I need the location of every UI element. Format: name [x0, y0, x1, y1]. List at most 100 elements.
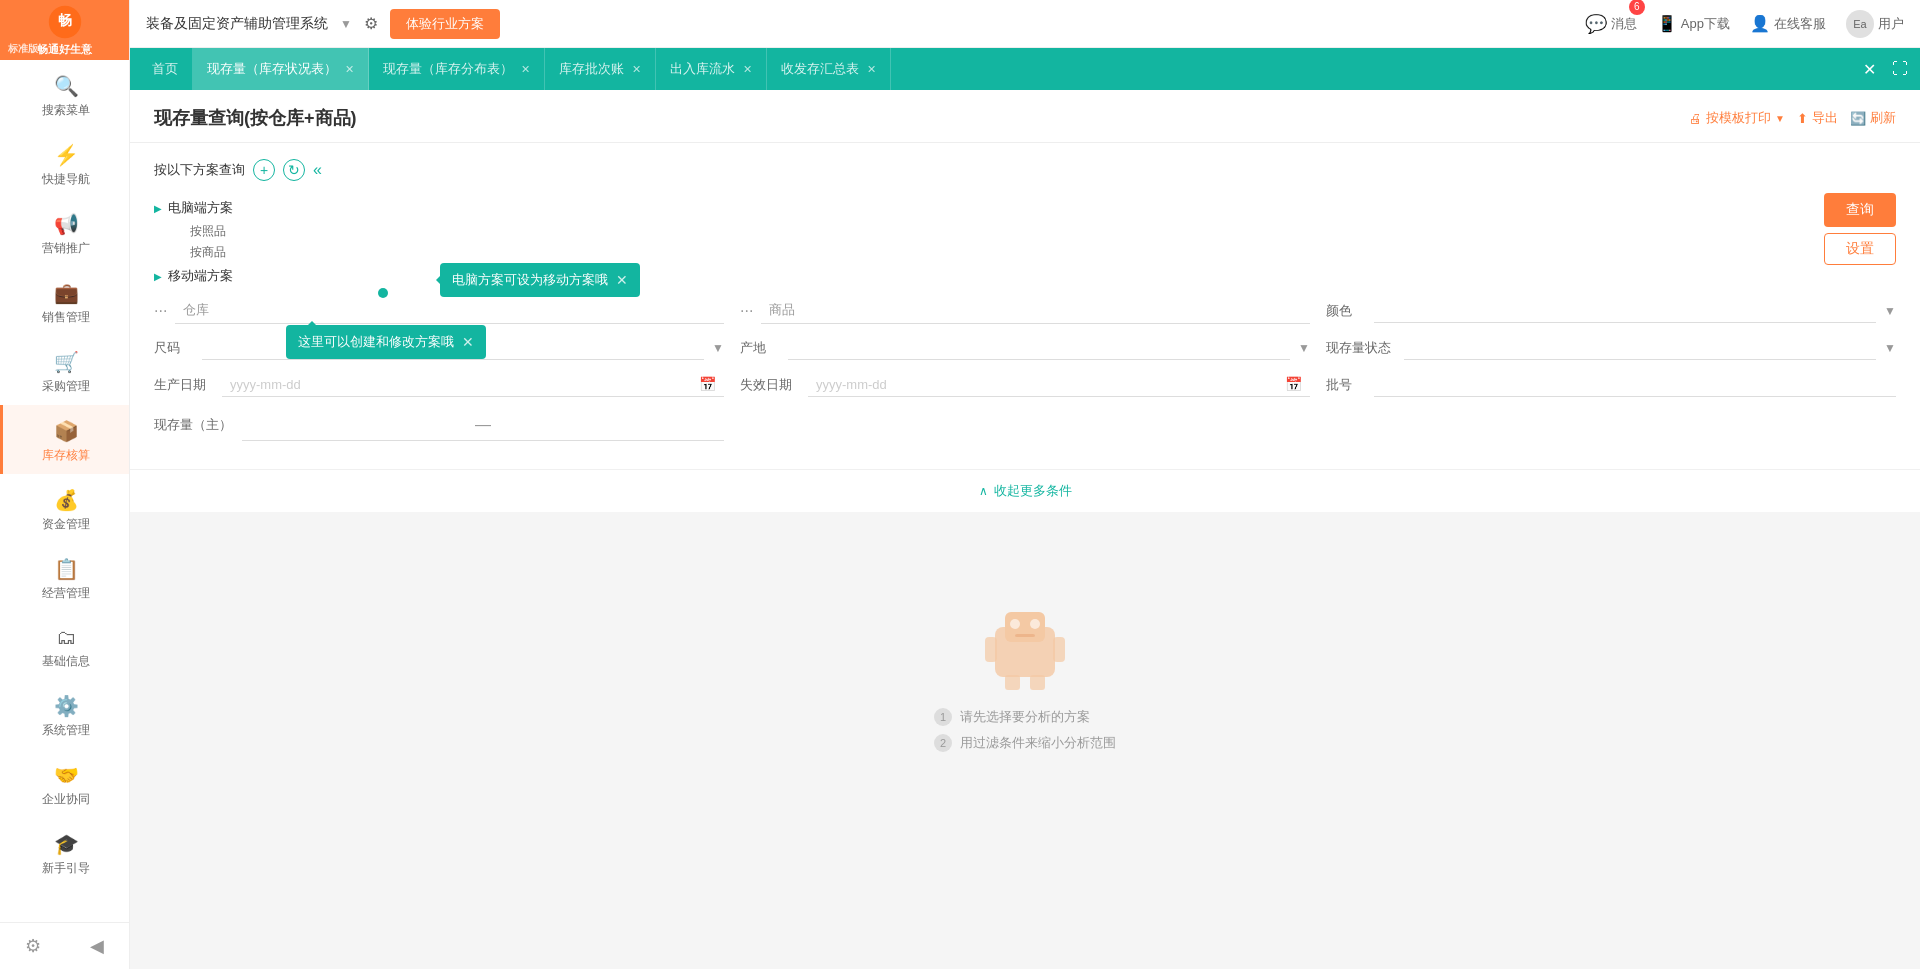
- prod-date-input[interactable]: yyyy-mm-dd 📅: [222, 372, 724, 397]
- sidebar-item-finance[interactable]: 💰 资金管理: [0, 474, 129, 543]
- sidebar-item-system[interactable]: ⚙️ 系统管理: [0, 680, 129, 749]
- tab-inout-flow-label: 出入库流水: [670, 60, 735, 78]
- scheme-desktop-subs: 按照品 按商品: [174, 221, 1896, 263]
- batch-no-input[interactable]: [1374, 373, 1896, 397]
- scheme-mobile-item[interactable]: ▶ 移动端方案: [154, 263, 1896, 289]
- collapse-sidebar-icon[interactable]: ◀: [90, 935, 104, 957]
- tip-num-1: 1: [934, 708, 952, 726]
- print-btn[interactable]: 🖨 按模板打印 ▼: [1689, 109, 1785, 127]
- sidebar-item-label: 经营管理: [42, 585, 90, 602]
- sidebar-item-label: 营销推广: [42, 240, 90, 257]
- stock-main-input-from[interactable]: [250, 413, 467, 436]
- header-right: 💬 6 消息 📱 App下载 👤 在线客服 Ea 用户: [1585, 10, 1904, 38]
- app-download-item[interactable]: 📱 App下载: [1657, 14, 1730, 33]
- goods-dots[interactable]: ···: [740, 302, 753, 320]
- tip-1-text: 请先选择要分析的方案: [960, 708, 1090, 726]
- add-filter-btn[interactable]: +: [253, 159, 275, 181]
- service-icon: 👤: [1750, 14, 1770, 33]
- filter-left-arrow[interactable]: «: [313, 161, 322, 179]
- reset-btn[interactable]: 设置: [1824, 233, 1896, 265]
- origin-input[interactable]: [788, 336, 1290, 360]
- online-service-item[interactable]: 👤 在线客服: [1750, 14, 1826, 33]
- sidebar-item-quick-nav[interactable]: ⚡ 快捷导航: [0, 129, 129, 198]
- warehouse-dots[interactable]: ···: [154, 302, 167, 320]
- sidebar-item-basic-info[interactable]: 🗂 基础信息: [0, 612, 129, 680]
- tab-inventory-dist[interactable]: 现存量（库存分布表） ✕: [369, 48, 545, 90]
- sidebar-item-label: 基础信息: [42, 653, 90, 670]
- size-dropdown-icon[interactable]: ▼: [712, 341, 724, 355]
- tab-inventory-status[interactable]: 现存量（库存状况表） ✕: [193, 48, 369, 90]
- scheme-sub-item-1[interactable]: 按照品: [174, 221, 1896, 242]
- message-item[interactable]: 💬 6 消息: [1585, 13, 1637, 35]
- sidebar-item-label: 采购管理: [42, 378, 90, 395]
- tab-close-icon[interactable]: ✕: [521, 63, 530, 76]
- message-icon: 💬: [1585, 13, 1607, 35]
- expiry-date-cal-icon[interactable]: 📅: [1285, 376, 1302, 392]
- tooltip-2-close[interactable]: ✕: [462, 334, 474, 350]
- settings-icon[interactable]: ⚙: [364, 14, 378, 33]
- sidebar-item-operation[interactable]: 📋 经营管理: [0, 543, 129, 612]
- color-dropdown-icon[interactable]: ▼: [1884, 304, 1896, 318]
- settings-bottom-icon[interactable]: ⚙: [25, 935, 41, 957]
- user-item[interactable]: Ea 用户: [1846, 10, 1904, 38]
- avatar-text: Ea: [1853, 18, 1866, 30]
- empty-illustration: [975, 592, 1075, 692]
- tab-inventory-batch-label: 库存批次账: [559, 60, 624, 78]
- collapse-bar[interactable]: ∧ 收起更多条件: [130, 469, 1920, 512]
- sidebar-item-search-menu[interactable]: 🔍 搜索菜单: [0, 60, 129, 129]
- inventory-icon: 📦: [54, 419, 79, 443]
- stock-status-dropdown-icon[interactable]: ▼: [1884, 341, 1896, 355]
- sidebar-item-label: 快捷导航: [42, 171, 90, 188]
- filter-section: 按以下方案查询 + ↻ « ▶ 电脑端方案 按照品 按商品: [130, 143, 1920, 469]
- prod-date-cal-icon[interactable]: 📅: [699, 376, 716, 392]
- sidebar-item-beginner[interactable]: 🎓 新手引导: [0, 818, 129, 887]
- sidebar-item-inventory[interactable]: 📦 库存核算: [0, 405, 129, 474]
- scheme-desktop-item[interactable]: ▶ 电脑端方案: [154, 195, 1896, 221]
- svg-point-5: [1030, 619, 1040, 629]
- sidebar-bottom: ⚙ ◀: [0, 922, 129, 969]
- tab-close-icon[interactable]: ✕: [743, 63, 752, 76]
- origin-dropdown-icon[interactable]: ▼: [1298, 341, 1310, 355]
- tab-home[interactable]: 首页: [138, 48, 193, 90]
- filter-header: 按以下方案查询 + ↻ «: [154, 159, 1896, 181]
- dropdown-icon[interactable]: ▼: [340, 17, 352, 31]
- sidebar-item-purchase[interactable]: 🛒 采购管理: [0, 336, 129, 405]
- message-label: 消息: [1611, 15, 1637, 33]
- dot-indicator: [378, 288, 388, 298]
- sidebar-item-label: 新手引导: [42, 860, 90, 877]
- filter-field-prod-date: 生产日期 yyyy-mm-dd 📅: [154, 372, 724, 397]
- tab-expand-icon[interactable]: ⛶: [1888, 60, 1912, 78]
- refresh-btn[interactable]: 🔄 刷新: [1850, 109, 1896, 127]
- tab-inventory-batch[interactable]: 库存批次账 ✕: [545, 48, 656, 90]
- tab-close-icon[interactable]: ✕: [632, 63, 641, 76]
- industry-btn[interactable]: 体验行业方案: [390, 9, 500, 39]
- user-label: 用户: [1878, 15, 1904, 33]
- tab-collect-summary[interactable]: 收发存汇总表 ✕: [767, 48, 891, 90]
- beginner-icon: 🎓: [54, 832, 79, 856]
- sidebar-item-sales[interactable]: 💼 销售管理: [0, 267, 129, 336]
- tab-close-icon[interactable]: ✕: [345, 63, 354, 76]
- tooltip-1-close[interactable]: ✕: [616, 272, 628, 288]
- warehouse-select[interactable]: 仓库: [175, 297, 724, 324]
- tooltip-2-text: 这里可以创建和修改方案哦: [298, 333, 454, 351]
- sidebar-nav: 🔍 搜索菜单 ⚡ 快捷导航 📢 营销推广 💼 销售管理 🛒 采购管理 📦 库存核…: [0, 60, 129, 922]
- tab-close-all-icon[interactable]: ✕: [1859, 60, 1880, 79]
- scheme-sub-item-2[interactable]: 按商品: [174, 242, 1896, 263]
- sales-icon: 💼: [54, 281, 79, 305]
- stock-status-input[interactable]: [1404, 336, 1876, 360]
- tooltip-1-text: 电脑方案可设为移动方案哦: [452, 271, 608, 289]
- tab-inout-flow[interactable]: 出入库流水 ✕: [656, 48, 767, 90]
- export-btn[interactable]: ⬆ 导出: [1797, 109, 1838, 127]
- tab-close-icon[interactable]: ✕: [867, 63, 876, 76]
- refresh-filter-btn[interactable]: ↻: [283, 159, 305, 181]
- sidebar-item-marketing[interactable]: 📢 营销推广: [0, 198, 129, 267]
- sidebar-item-enterprise[interactable]: 🤝 企业协同: [0, 749, 129, 818]
- expiry-date-input[interactable]: yyyy-mm-dd 📅: [808, 372, 1310, 397]
- search-btn[interactable]: 查询: [1824, 193, 1896, 227]
- color-input[interactable]: [1374, 299, 1876, 323]
- svg-rect-7: [985, 637, 997, 662]
- goods-select[interactable]: 商品: [761, 297, 1310, 324]
- stock-main-input-to[interactable]: [499, 413, 716, 436]
- page-actions: 🖨 按模板打印 ▼ ⬆ 导出 🔄 刷新: [1689, 109, 1896, 127]
- prod-date-placeholder: yyyy-mm-dd: [230, 377, 301, 392]
